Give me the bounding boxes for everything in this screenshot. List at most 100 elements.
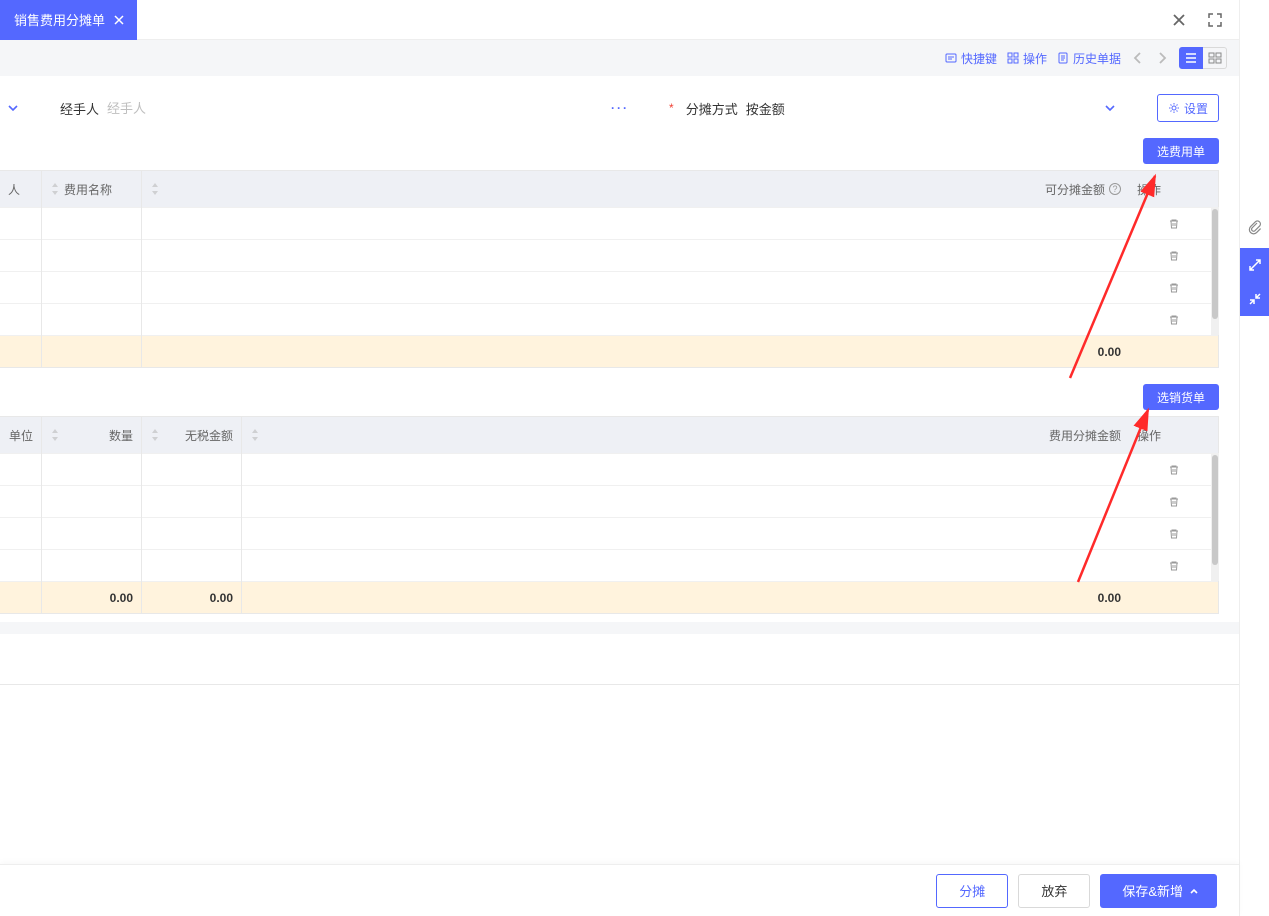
chevron-up-icon xyxy=(1189,886,1199,896)
table-cell[interactable] xyxy=(242,549,1129,581)
col-op: 操作 xyxy=(1129,171,1218,207)
tab-title: 销售费用分摊单 xyxy=(14,10,105,29)
view-list-icon[interactable] xyxy=(1179,47,1203,69)
method-value[interactable]: 按金额 xyxy=(746,99,1095,118)
table-cell[interactable] xyxy=(142,303,1129,335)
close-icon[interactable] xyxy=(111,12,127,28)
settings-label: 设置 xyxy=(1184,100,1208,117)
scrollbar[interactable] xyxy=(1211,453,1219,581)
allocate-button[interactable]: 分摊 xyxy=(936,874,1008,908)
table-cell[interactable] xyxy=(142,239,1129,271)
history-link[interactable]: 历史单据 xyxy=(1057,50,1121,67)
side-rail xyxy=(1239,0,1269,916)
save-new-button[interactable]: 保存&新增 xyxy=(1100,874,1217,908)
select-expense-button[interactable]: 选费用单 xyxy=(1143,138,1219,164)
total-cell xyxy=(1129,581,1218,613)
handler-input[interactable] xyxy=(107,101,283,116)
trash-icon[interactable] xyxy=(1168,250,1180,262)
sort-icon xyxy=(250,428,260,442)
table-cell[interactable] xyxy=(0,303,41,335)
col-qty[interactable]: 数量 xyxy=(42,417,141,453)
table-cell[interactable] xyxy=(142,207,1129,239)
col-notax[interactable]: 无税金额 xyxy=(142,417,241,453)
help-icon[interactable]: ? xyxy=(1109,183,1121,195)
chevron-down-icon[interactable] xyxy=(1103,101,1117,115)
scrollbar[interactable] xyxy=(1211,207,1219,335)
dropdown-left[interactable] xyxy=(0,101,20,115)
select-sales-button[interactable]: 选销货单 xyxy=(1143,384,1219,410)
view-toggle xyxy=(1179,47,1227,69)
table-row-op xyxy=(1129,453,1218,485)
trash-icon[interactable] xyxy=(1168,560,1180,572)
table-cell[interactable] xyxy=(0,271,41,303)
col-op: 操作 xyxy=(1129,417,1218,453)
table-cell[interactable] xyxy=(142,549,241,581)
trash-icon[interactable] xyxy=(1168,464,1180,476)
method-label: 分摊方式 xyxy=(686,99,738,118)
table-cell[interactable] xyxy=(242,485,1129,517)
table-cell[interactable] xyxy=(242,517,1129,549)
table-cell[interactable] xyxy=(42,271,141,303)
trash-icon[interactable] xyxy=(1168,528,1180,540)
form-row: 经手人 ··· * 分摊方式 按金额 设置 xyxy=(0,76,1239,134)
col-expense-name[interactable]: 费用名称 xyxy=(42,171,141,207)
table-cell[interactable] xyxy=(42,303,141,335)
table-cell[interactable] xyxy=(42,453,141,485)
total-cell xyxy=(1129,335,1218,367)
next-icon[interactable] xyxy=(1155,52,1169,64)
total-cell xyxy=(0,581,41,613)
trash-icon[interactable] xyxy=(1168,314,1180,326)
table-cell[interactable] xyxy=(142,453,241,485)
table-cell[interactable] xyxy=(0,207,41,239)
discard-button[interactable]: 放弃 xyxy=(1018,874,1090,908)
table-cell[interactable] xyxy=(0,517,41,549)
table-cell[interactable] xyxy=(0,453,41,485)
expand-out-icon[interactable] xyxy=(1240,248,1269,282)
operate-link[interactable]: 操作 xyxy=(1007,50,1047,67)
col-alloc[interactable]: 费用分摊金额 xyxy=(242,417,1129,453)
table-cell[interactable] xyxy=(42,207,141,239)
close-window-icon[interactable] xyxy=(1167,8,1191,32)
table-cell[interactable] xyxy=(0,239,41,271)
expand-in-icon[interactable] xyxy=(1240,282,1269,316)
sales-section: 选销货单 单位 数量 xyxy=(0,380,1239,614)
table-row-op xyxy=(1129,303,1218,335)
attachment-icon[interactable] xyxy=(1240,210,1269,244)
total-amount: 0.00 xyxy=(142,335,1129,367)
table-cell[interactable] xyxy=(242,453,1129,485)
table-cell[interactable] xyxy=(42,485,141,517)
settings-button[interactable]: 设置 xyxy=(1157,94,1219,122)
shortcut-label: 快捷键 xyxy=(961,50,997,67)
table-cell[interactable] xyxy=(42,239,141,271)
tab-active[interactable]: 销售费用分摊单 xyxy=(0,0,137,40)
prev-icon[interactable] xyxy=(1131,52,1145,64)
fullscreen-icon[interactable] xyxy=(1203,8,1227,32)
table-row-op xyxy=(1129,207,1218,239)
sort-icon xyxy=(50,428,60,442)
table-cell[interactable] xyxy=(42,549,141,581)
table-cell[interactable] xyxy=(142,271,1129,303)
col-alloc-amount[interactable]: 可分摊金额 ? xyxy=(142,171,1129,207)
trash-icon[interactable] xyxy=(1168,282,1180,294)
table-row-op xyxy=(1129,485,1218,517)
trash-icon[interactable] xyxy=(1168,496,1180,508)
table-row-op xyxy=(1129,549,1218,581)
method-field: * 分摊方式 按金额 xyxy=(669,99,1117,118)
divider xyxy=(0,684,1239,685)
view-card-icon[interactable] xyxy=(1203,47,1227,69)
trash-icon[interactable] xyxy=(1168,218,1180,230)
table-cell[interactable] xyxy=(142,517,241,549)
table-cell[interactable] xyxy=(142,485,241,517)
sort-icon xyxy=(150,428,160,442)
table-cell[interactable] xyxy=(0,485,41,517)
more-icon[interactable]: ··· xyxy=(611,101,629,115)
table-cell[interactable] xyxy=(0,549,41,581)
table-row-op xyxy=(1129,239,1218,271)
total-qty: 0.00 xyxy=(42,581,141,613)
blank-area xyxy=(0,634,1239,684)
table-cell[interactable] xyxy=(42,517,141,549)
footer-bar: 分摊 放弃 保存&新增 xyxy=(0,864,1239,916)
toolbar: 快捷键 操作 历史单据 xyxy=(0,40,1239,76)
shortcut-link[interactable]: 快捷键 xyxy=(945,50,997,67)
sort-icon xyxy=(150,182,160,196)
